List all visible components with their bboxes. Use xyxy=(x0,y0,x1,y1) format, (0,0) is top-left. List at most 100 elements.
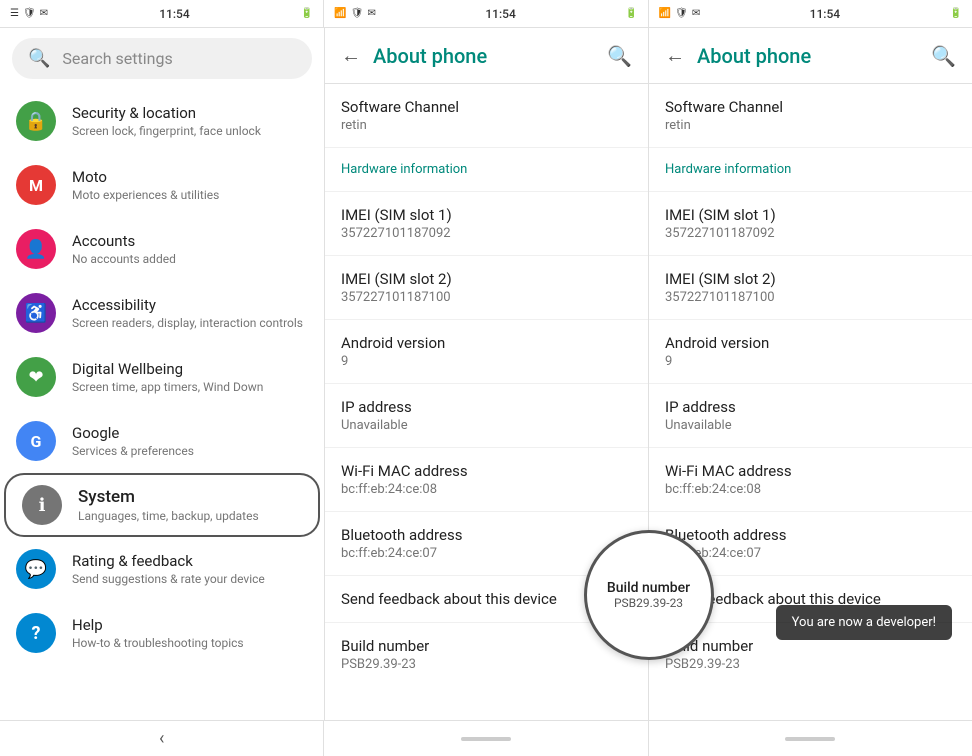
info-wifi-2[interactable]: Wi-Fi MAC address bc:ff:eb:24:ce:08 xyxy=(649,448,972,512)
info-ip-1[interactable]: IP address Unavailable xyxy=(325,384,648,448)
info-hw-header-1: Hardware information xyxy=(325,148,648,192)
info-label-bt-1: Bluetooth address xyxy=(341,526,632,544)
sidebar-item-system[interactable]: ℹ System Languages, time, backup, update… xyxy=(4,473,320,537)
search-bar[interactable]: 🔍 Search settings xyxy=(12,38,312,79)
back-arrow-2[interactable]: ← xyxy=(665,43,685,68)
security-text: Security & location Screen lock, fingerp… xyxy=(72,104,308,138)
sidebar-item-accounts[interactable]: 👤 Accounts No accounts added xyxy=(0,217,324,281)
search-header-icon-2[interactable]: 🔍 xyxy=(931,44,956,68)
info-label-bt-2: Bluetooth address xyxy=(665,526,956,544)
accounts-text: Accounts No accounts added xyxy=(72,232,308,266)
sidebar-item-help[interactable]: ? Help How-to & troubleshooting topics xyxy=(0,601,324,665)
info-android-1[interactable]: Android version 9 xyxy=(325,320,648,384)
panel-header-1: ← About phone 🔍 xyxy=(325,28,648,84)
info-label-ip-1: IP address xyxy=(341,398,632,416)
status-section-mid: 📶 🛡 ✉ 11:54 🔋 xyxy=(324,0,648,27)
info-label-sc-2: Software Channel xyxy=(665,98,956,116)
nav-section-right[interactable] xyxy=(649,721,972,756)
info-label-android-2: Android version xyxy=(665,334,956,352)
info-value-sc-2: retin xyxy=(665,118,956,133)
accessibility-text: Accessibility Screen readers, display, i… xyxy=(72,296,308,330)
sidebar-item-moto[interactable]: M Moto Moto experiences & utilities xyxy=(0,153,324,217)
settings-panel: 🔍 Search settings 🔒 Security & location … xyxy=(0,28,325,720)
accounts-subtitle: No accounts added xyxy=(72,252,308,266)
google-subtitle: Services & preferences xyxy=(72,444,308,458)
info-label-wifi-1: Wi-Fi MAC address xyxy=(341,462,632,480)
google-title: Google xyxy=(72,424,308,442)
toast-notification: You are now a developer! xyxy=(776,605,952,640)
status-icon-shield: 🛡 xyxy=(23,8,36,19)
sidebar-item-accessibility[interactable]: ♿ Accessibility Screen readers, display,… xyxy=(0,281,324,345)
status-time-right: 11:54 xyxy=(810,7,840,21)
nav-section-mid[interactable] xyxy=(324,721,648,756)
sidebar-item-google[interactable]: G Google Services & preferences xyxy=(0,409,324,473)
build-circle-label: Build number xyxy=(607,580,649,596)
info-ip-2[interactable]: IP address Unavailable xyxy=(649,384,972,448)
status-icons-left: ☰ 🛡 ✉ xyxy=(10,8,48,19)
panel-title-2: About phone xyxy=(697,44,919,68)
info-imei2-2[interactable]: IMEI (SIM slot 2) 357227101187100 xyxy=(649,256,972,320)
security-title: Security & location xyxy=(72,104,308,122)
help-title: Help xyxy=(72,616,308,634)
back-arrow-1[interactable]: ← xyxy=(341,43,361,68)
moto-icon: M xyxy=(16,165,56,205)
status-icon-msg: ✉ xyxy=(40,8,48,19)
moto-text: Moto Moto experiences & utilities xyxy=(72,168,308,202)
nav-section-left[interactable]: ‹ xyxy=(0,721,324,756)
info-android-2[interactable]: Android version 9 xyxy=(649,320,972,384)
info-value-wifi-2: bc:ff:eb:24:ce:08 xyxy=(665,482,956,497)
info-value-android-2: 9 xyxy=(665,354,956,369)
toast-message: You are now a developer! xyxy=(792,615,936,630)
info-imei1-1[interactable]: IMEI (SIM slot 1) 357227101187092 xyxy=(325,192,648,256)
info-value-wifi-1: bc:ff:eb:24:ce:08 xyxy=(341,482,632,497)
panel-header-2: ← About phone 🔍 xyxy=(649,28,972,84)
info-software-channel-1[interactable]: Software Channel retin xyxy=(325,84,648,148)
accounts-title: Accounts xyxy=(72,232,308,250)
digital-wellbeing-title: Digital Wellbeing xyxy=(72,360,308,378)
status-section-right: 📶 🛡 ✉ 11:54 🔋 xyxy=(649,0,972,27)
info-wifi-1[interactable]: Wi-Fi MAC address bc:ff:eb:24:ce:08 xyxy=(325,448,648,512)
nav-recents-btn[interactable] xyxy=(785,737,835,741)
info-hw-header-2: Hardware information xyxy=(649,148,972,192)
help-icon: ? xyxy=(16,613,56,653)
info-value-imei1-1: 357227101187092 xyxy=(341,226,632,241)
battery-icon-left: 🔋 xyxy=(301,8,313,19)
info-software-channel-2[interactable]: Software Channel retin xyxy=(649,84,972,148)
signal-icon-mid: 📶 xyxy=(334,8,346,19)
about-panel-1: ← About phone 🔍 Software Channel retin H… xyxy=(325,28,649,720)
info-label-imei2-1: IMEI (SIM slot 2) xyxy=(341,270,632,288)
nav-back-icon[interactable]: ‹ xyxy=(159,728,164,749)
signal-icon-right: 📶 xyxy=(659,8,671,19)
sidebar-item-digital-wellbeing[interactable]: ❤ Digital Wellbeing Screen time, app tim… xyxy=(0,345,324,409)
info-imei1-2[interactable]: IMEI (SIM slot 1) 357227101187092 xyxy=(649,192,972,256)
accounts-icon: 👤 xyxy=(16,229,56,269)
info-label-android-1: Android version xyxy=(341,334,632,352)
info-label-hw-2: Hardware information xyxy=(665,162,956,177)
status-icon-menu: ☰ xyxy=(10,8,19,19)
moto-subtitle: Moto experiences & utilities xyxy=(72,188,308,202)
system-title: System xyxy=(78,487,302,507)
info-value-sc-1: retin xyxy=(341,118,632,133)
shield-icon-right: 🛡 xyxy=(675,8,688,19)
info-label-hw-1: Hardware information xyxy=(341,162,632,177)
info-value-ip-2: Unavailable xyxy=(665,418,956,433)
info-value-imei1-2: 357227101187092 xyxy=(665,226,956,241)
help-subtitle: How-to & troubleshooting topics xyxy=(72,636,308,650)
search-placeholder: Search settings xyxy=(62,49,172,68)
nav-home-btn[interactable] xyxy=(461,737,511,741)
sidebar-item-security[interactable]: 🔒 Security & location Screen lock, finge… xyxy=(0,89,324,153)
info-label-imei1-2: IMEI (SIM slot 1) xyxy=(665,206,956,224)
info-imei2-1[interactable]: IMEI (SIM slot 2) 357227101187100 xyxy=(325,256,648,320)
moto-title: Moto xyxy=(72,168,308,186)
info-label-imei2-2: IMEI (SIM slot 2) xyxy=(665,270,956,288)
system-subtitle: Languages, time, backup, updates xyxy=(78,509,302,523)
sidebar-item-rating[interactable]: 💬 Rating & feedback Send suggestions & r… xyxy=(0,537,324,601)
main-layout: 🔍 Search settings 🔒 Security & location … xyxy=(0,28,972,720)
status-icons-mid: 📶 🛡 ✉ xyxy=(334,8,376,19)
accessibility-icon: ♿ xyxy=(16,293,56,333)
info-value-build-2: PSB29.39-23 xyxy=(665,657,956,672)
info-label-build-1: Build number xyxy=(341,637,632,655)
panels-wrapper: ← About phone 🔍 Software Channel retin H… xyxy=(325,28,972,720)
search-header-icon-1[interactable]: 🔍 xyxy=(607,44,632,68)
info-value-imei2-1: 357227101187100 xyxy=(341,290,632,305)
